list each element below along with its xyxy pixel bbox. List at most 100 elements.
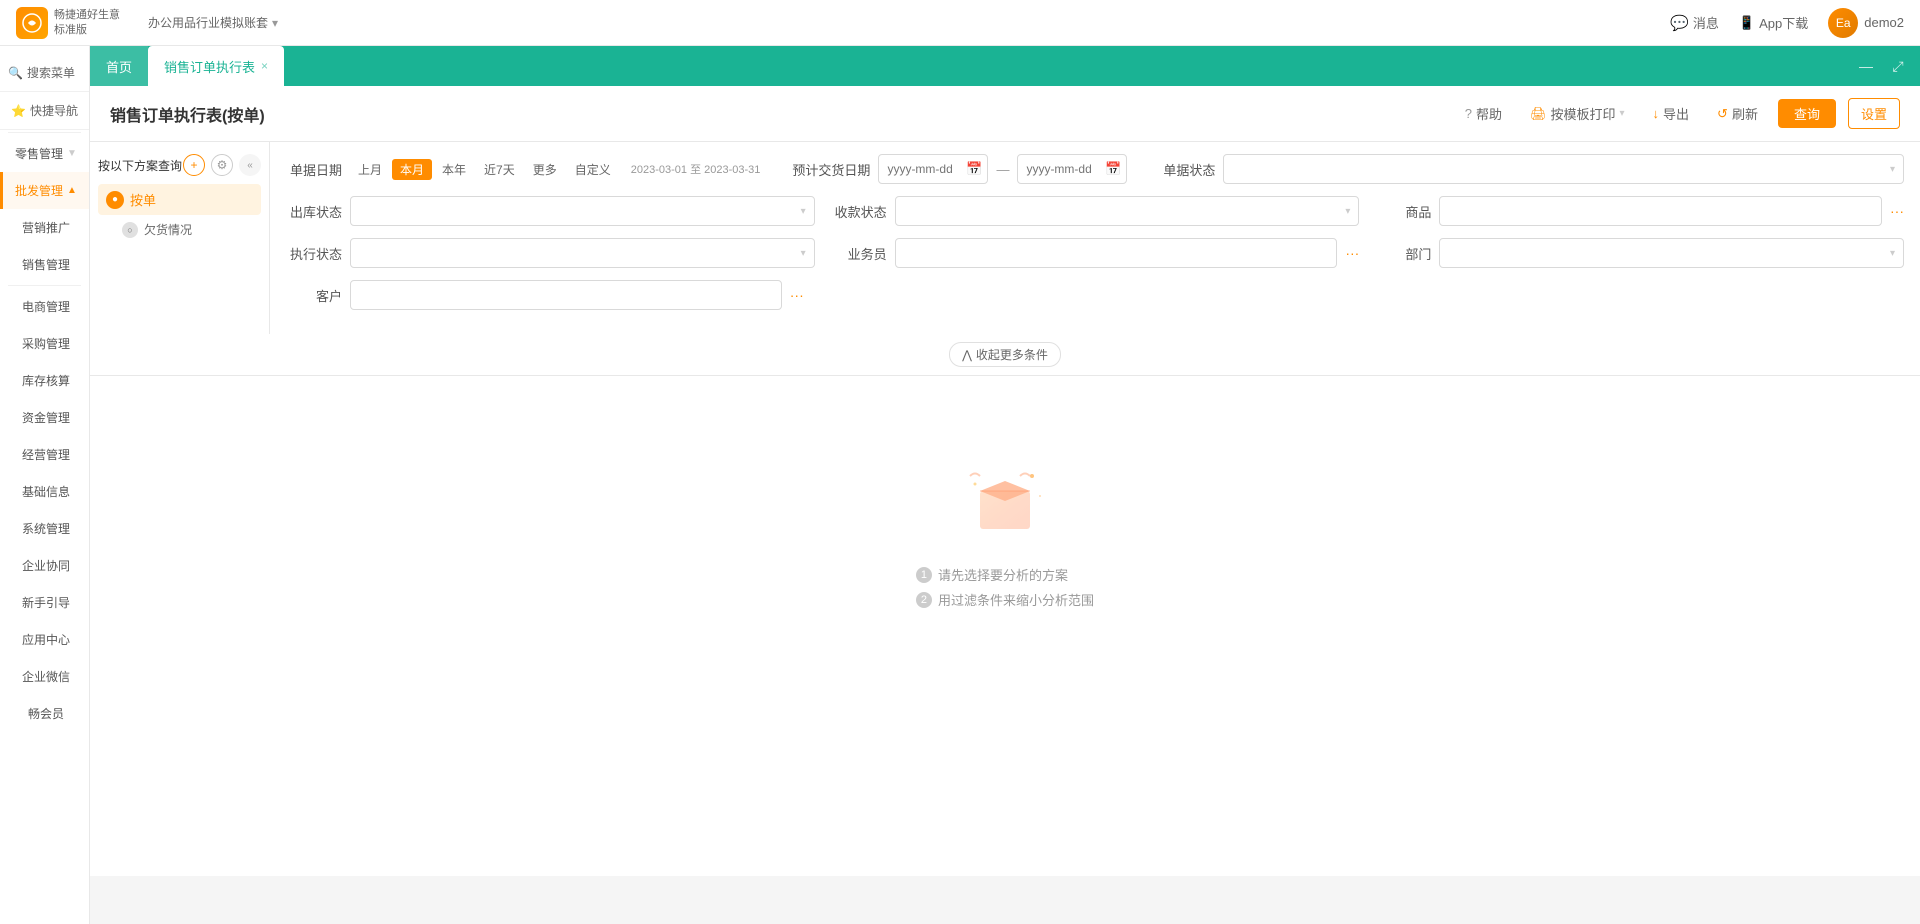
delivery-status-select[interactable]: ▾ (350, 196, 815, 226)
payment-status-select[interactable]: ▾ (895, 196, 1360, 226)
filter-row-2: 出库状态 ▾ 收款状态 ▾ (286, 196, 1904, 226)
sidebar: 🔍 搜索菜单 ⭐ 快捷导航 零售管理 ▼ 批发管理 ▲ 营销推广 销售管理 电商… (0, 46, 90, 924)
sidebar-item-ops[interactable]: 经营管理 (0, 436, 89, 473)
date-filter-group: 单据日期 上月 本月 本年 近7天 更多 自定义 2023-03-01 至 20… (286, 159, 760, 180)
page-actions: ? 帮助 🖨 按模板打印 ▾ ↓ 导出 ↺ 刷新 (1457, 98, 1900, 129)
empty-tip-1: 1 请先选择要分析的方案 (916, 565, 1094, 584)
delivery-status-field: 出库状态 ▾ (286, 196, 815, 226)
sidebar-item-wechat[interactable]: 企业微信 (0, 658, 89, 695)
product-field: 商品 ··· (1375, 196, 1904, 226)
tab-bar: 首页 销售订单执行表 × — ⤢ (90, 46, 1920, 86)
dept-caret-icon: ▾ (1890, 248, 1895, 259)
scheme-settings-button[interactable]: ⚙ (211, 154, 233, 176)
refresh-icon: ↺ (1717, 106, 1728, 122)
sidebar-item-newbie[interactable]: 新手引导 (0, 584, 89, 621)
dept-select[interactable]: ▾ (1439, 238, 1904, 268)
logo-area: 畅捷通好生意 标准版 (16, 7, 120, 39)
header-left: 畅捷通好生意 标准版 办公用品行业模拟账套 ▾ (16, 7, 278, 39)
exec-status-select[interactable]: ▾ (350, 238, 815, 268)
scheme-actions: + ⚙ « (183, 154, 261, 176)
scheme-sub-item-shortage[interactable]: ○ 欠货情况 (98, 215, 261, 244)
scheme-add-button[interactable]: + (183, 154, 205, 176)
tab-home[interactable]: 首页 (90, 46, 148, 86)
date-tab-this-month[interactable]: 本月 (392, 159, 432, 180)
search-menu-button[interactable]: 🔍 搜索菜单 (0, 54, 89, 92)
expected-date-end-wrapper: 📅 (1017, 154, 1127, 184)
customer-ellipsis-icon[interactable]: ··· (790, 287, 804, 303)
tab-expand-button[interactable]: ⤢ (1884, 52, 1912, 80)
message-button[interactable]: 💬 消息 (1670, 13, 1719, 32)
date-tabs: 上月 本月 本年 近7天 更多 自定义 (350, 159, 619, 180)
sidebar-item-apps[interactable]: 应用中心 (0, 621, 89, 658)
breadcrumb[interactable]: 办公用品行业模拟账套 ▾ (148, 14, 278, 31)
settings-button[interactable]: 设置 (1848, 98, 1900, 129)
date-tab-last-month[interactable]: 上月 (350, 159, 390, 180)
sidebar-item-purchase[interactable]: 采购管理 (0, 325, 89, 362)
sidebar-item-retail-mgmt[interactable]: 零售管理 ▼ (0, 135, 89, 172)
salesperson-field: 业务员 ··· (831, 238, 1360, 268)
search-panel: 按以下方案查询 + ⚙ « ● 按单 ○ 欠货情况 (90, 142, 1920, 334)
refresh-button[interactable]: ↺ 刷新 (1709, 100, 1766, 127)
dept-field: 部门 ▾ (1375, 238, 1904, 268)
print-button[interactable]: 🖨 按模板打印 ▾ (1522, 100, 1633, 127)
scheme-header: 按以下方案查询 + ⚙ « (98, 154, 261, 176)
print-icon: 🖨 (1530, 106, 1547, 122)
date-tab-more[interactable]: 更多 (525, 159, 565, 180)
sub-item-icon: ○ (122, 222, 138, 238)
salesperson-ellipsis-icon[interactable]: ··· (1345, 245, 1359, 261)
quick-nav-button[interactable]: ⭐ 快捷导航 (0, 92, 89, 130)
status-select[interactable]: ▾ (1223, 154, 1904, 184)
download-icon: 📱 (1739, 15, 1755, 31)
filter-row-1: 单据日期 上月 本月 本年 近7天 更多 自定义 2023-03-01 至 20… (286, 154, 1904, 184)
date-tab-7days[interactable]: 近7天 (476, 159, 523, 180)
sidebar-item-inventory[interactable]: 库存核算 (0, 362, 89, 399)
help-button[interactable]: ? 帮助 (1457, 100, 1510, 127)
collapse-more-button[interactable]: ⋀ 收起更多条件 (949, 342, 1061, 367)
user-menu[interactable]: Ea demo2 (1828, 8, 1904, 38)
sidebar-item-finance[interactable]: 资金管理 (0, 399, 89, 436)
scheme-item-order[interactable]: ● 按单 (98, 184, 261, 215)
header-right: 💬 消息 📱 App下载 Ea demo2 (1670, 8, 1904, 38)
date-tab-this-year[interactable]: 本年 (434, 159, 474, 180)
sidebar-item-enterprise[interactable]: 企业协同 (0, 547, 89, 584)
search-icon: 🔍 (8, 66, 23, 80)
date-tab-custom[interactable]: 自定义 (567, 159, 619, 180)
filter-row-3: 执行状态 ▾ 业务员 ··· 部门 (286, 238, 1904, 268)
sidebar-item-ecommerce[interactable]: 电商管理 (0, 288, 89, 325)
sidebar-item-sales-mgmt[interactable]: 销售管理 (0, 246, 89, 283)
chevron-down-icon: ▼ (67, 148, 77, 159)
sidebar-item-member[interactable]: 畅会员 (0, 695, 89, 732)
customer-input[interactable] (350, 280, 782, 310)
product-input[interactable] (1439, 196, 1882, 226)
scheme-item-active-icon: ● (106, 191, 124, 209)
empty-tips: 1 请先选择要分析的方案 2 用过滤条件来缩小分析范围 (916, 565, 1094, 615)
sidebar-item-basic[interactable]: 基础信息 (0, 473, 89, 510)
customer-field: 客户 ··· (286, 280, 804, 310)
query-button[interactable]: 查询 (1778, 99, 1836, 128)
tab-sales-exec[interactable]: 销售订单执行表 × (148, 46, 284, 86)
sidebar-divider-2 (8, 285, 81, 286)
exec-status-field: 执行状态 ▾ (286, 238, 815, 268)
export-button[interactable]: ↓ 导出 (1645, 100, 1698, 127)
empty-illustration (960, 456, 1050, 549)
delivery-caret-icon: ▾ (801, 206, 806, 217)
collapse-icon: ⋀ (962, 348, 972, 362)
page-header: 销售订单执行表(按单) ? 帮助 🖨 按模板打印 ▾ ↓ 导出 (90, 86, 1920, 142)
app-download-button[interactable]: 📱 App下载 (1739, 13, 1808, 32)
sidebar-item-wholesale-mgmt[interactable]: 批发管理 ▲ (0, 172, 89, 209)
tab-minimize-button[interactable]: — (1852, 52, 1880, 80)
tab-close-icon[interactable]: × (261, 59, 268, 73)
exec-caret-icon: ▾ (801, 248, 806, 259)
breadcrumb-arrow-icon: ▾ (272, 16, 278, 30)
sidebar-item-marketing[interactable]: 营销推广 (0, 209, 89, 246)
status-caret-icon: ▾ (1890, 164, 1895, 175)
logo-text: 畅捷通好生意 标准版 (54, 8, 120, 37)
salesperson-input[interactable] (895, 238, 1338, 268)
empty-tip-2: 2 用过滤条件来缩小分析范围 (916, 590, 1094, 609)
scheme-collapse-button[interactable]: « (239, 154, 261, 176)
sidebar-item-system[interactable]: 系统管理 (0, 510, 89, 547)
product-ellipsis-icon[interactable]: ··· (1890, 203, 1904, 219)
scheme-selector: 按以下方案查询 + ⚙ « ● 按单 ○ 欠货情况 (90, 142, 270, 334)
logo-icon (16, 7, 48, 39)
empty-state-icon (960, 456, 1050, 546)
